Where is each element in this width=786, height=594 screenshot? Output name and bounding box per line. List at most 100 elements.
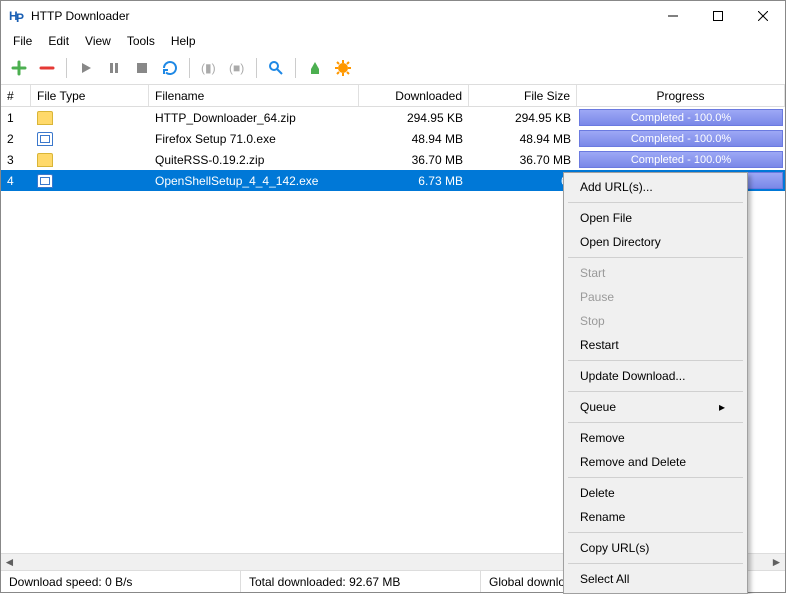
cell-filesize: 6. bbox=[469, 174, 577, 188]
scroll-right-button[interactable]: ► bbox=[768, 554, 785, 571]
cell-filesize: 294.95 KB bbox=[469, 111, 577, 125]
progress-bar: Completed - 100.0% bbox=[579, 130, 783, 147]
context-item[interactable]: Queue▸ bbox=[566, 395, 745, 419]
context-item[interactable]: Remove bbox=[566, 426, 745, 450]
context-separator bbox=[568, 202, 743, 203]
menu-view[interactable]: View bbox=[77, 32, 119, 50]
table-row[interactable]: 2Firefox Setup 71.0.exe48.94 MB48.94 MBC… bbox=[1, 128, 785, 149]
cell-filetype bbox=[31, 132, 149, 146]
menu-tools[interactable]: Tools bbox=[119, 32, 163, 50]
context-separator bbox=[568, 532, 743, 533]
status-total: Total downloaded: 92.67 MB bbox=[241, 571, 481, 592]
file-icon bbox=[37, 132, 53, 146]
menu-bar: File Edit View Tools Help bbox=[1, 31, 785, 51]
cell-num: 3 bbox=[1, 153, 31, 167]
separator bbox=[189, 58, 190, 78]
cell-filename: Firefox Setup 71.0.exe bbox=[149, 132, 359, 146]
search-button[interactable] bbox=[264, 56, 288, 80]
pause-button[interactable] bbox=[102, 56, 126, 80]
close-button[interactable] bbox=[740, 1, 785, 31]
stop-button[interactable] bbox=[130, 56, 154, 80]
context-item[interactable]: Restart bbox=[566, 333, 745, 357]
file-icon bbox=[37, 174, 53, 188]
cell-downloaded: 48.94 MB bbox=[359, 132, 469, 146]
cell-downloaded: 294.95 KB bbox=[359, 111, 469, 125]
maximize-button[interactable] bbox=[695, 1, 740, 31]
pause-inactive-button[interactable]: (▮) bbox=[197, 56, 221, 80]
context-separator bbox=[568, 477, 743, 478]
context-separator bbox=[568, 563, 743, 564]
cell-filesize: 36.70 MB bbox=[469, 153, 577, 167]
col-progress[interactable]: Progress bbox=[577, 85, 785, 106]
cell-filesize: 48.94 MB bbox=[469, 132, 577, 146]
table-row[interactable]: 1HTTP_Downloader_64.zip294.95 KB294.95 K… bbox=[1, 107, 785, 128]
add-button[interactable] bbox=[7, 56, 31, 80]
chevron-right-icon: ▸ bbox=[719, 400, 725, 414]
context-item[interactable]: Open Directory bbox=[566, 230, 745, 254]
separator bbox=[295, 58, 296, 78]
col-downloaded[interactable]: Downloaded bbox=[359, 85, 469, 106]
grid-header: # File Type Filename Downloaded File Siz… bbox=[1, 85, 785, 107]
svg-text:P: P bbox=[16, 11, 24, 24]
col-num[interactable]: # bbox=[1, 85, 31, 106]
context-item[interactable]: Add URL(s)... bbox=[566, 175, 745, 199]
menu-help[interactable]: Help bbox=[163, 32, 204, 50]
cell-filetype bbox=[31, 111, 149, 125]
settings-button[interactable] bbox=[331, 56, 355, 80]
scroll-left-button[interactable]: ◄ bbox=[1, 554, 18, 571]
progress-bar: Completed - 100.0% bbox=[579, 151, 783, 168]
col-filetype[interactable]: File Type bbox=[31, 85, 149, 106]
cell-filename: QuiteRSS-0.19.2.zip bbox=[149, 153, 359, 167]
svg-text:(▮): (▮) bbox=[201, 61, 216, 75]
toolbar: (▮) (■) bbox=[1, 51, 785, 85]
progress-bar: Completed - 100.0% bbox=[579, 109, 783, 126]
filter-button[interactable] bbox=[303, 56, 327, 80]
context-item: Stop bbox=[566, 309, 745, 333]
context-item: Start bbox=[566, 261, 745, 285]
status-speed: Download speed: 0 B/s bbox=[1, 571, 241, 592]
context-separator bbox=[568, 391, 743, 392]
context-separator bbox=[568, 360, 743, 361]
cell-progress: Completed - 100.0% bbox=[577, 151, 785, 168]
cell-filename: HTTP_Downloader_64.zip bbox=[149, 111, 359, 125]
context-item[interactable]: Select All bbox=[566, 567, 745, 591]
file-icon bbox=[37, 111, 53, 125]
context-item[interactable]: Open File bbox=[566, 206, 745, 230]
menu-edit[interactable]: Edit bbox=[40, 32, 77, 50]
context-item[interactable]: Rename bbox=[566, 505, 745, 529]
cell-filetype bbox=[31, 153, 149, 167]
stop-inactive-button[interactable]: (■) bbox=[225, 56, 249, 80]
cell-num: 2 bbox=[1, 132, 31, 146]
window-title: HTTP Downloader bbox=[31, 9, 650, 23]
cell-filetype bbox=[31, 174, 149, 188]
cell-progress: Completed - 100.0% bbox=[577, 109, 785, 126]
start-button[interactable] bbox=[74, 56, 98, 80]
context-separator bbox=[568, 257, 743, 258]
restart-button[interactable] bbox=[158, 56, 182, 80]
menu-file[interactable]: File bbox=[5, 32, 40, 50]
cell-num: 4 bbox=[1, 174, 31, 188]
context-item[interactable]: Update Download... bbox=[566, 364, 745, 388]
file-icon bbox=[37, 153, 53, 167]
context-menu: Add URL(s)... Open FileOpen Directory Star… bbox=[563, 172, 748, 594]
table-row[interactable]: 3QuiteRSS-0.19.2.zip36.70 MB36.70 MBComp… bbox=[1, 149, 785, 170]
context-item[interactable]: Delete bbox=[566, 481, 745, 505]
separator bbox=[256, 58, 257, 78]
title-bar: HP HTTP Downloader bbox=[1, 1, 785, 31]
svg-text:(■): (■) bbox=[229, 61, 244, 75]
remove-button[interactable] bbox=[35, 56, 59, 80]
col-filesize[interactable]: File Size bbox=[469, 85, 577, 106]
cell-num: 1 bbox=[1, 111, 31, 125]
cell-downloaded: 6.73 MB bbox=[359, 174, 469, 188]
col-filename[interactable]: Filename bbox=[149, 85, 359, 106]
minimize-button[interactable] bbox=[650, 1, 695, 31]
context-item[interactable]: Remove and Delete bbox=[566, 450, 745, 474]
cell-filename: OpenShellSetup_4_4_142.exe bbox=[149, 174, 359, 188]
separator bbox=[66, 58, 67, 78]
context-item[interactable]: Copy URL(s) bbox=[566, 536, 745, 560]
cell-progress: Completed - 100.0% bbox=[577, 130, 785, 147]
app-icon: HP bbox=[9, 8, 25, 24]
context-item: Pause bbox=[566, 285, 745, 309]
context-separator bbox=[568, 422, 743, 423]
cell-downloaded: 36.70 MB bbox=[359, 153, 469, 167]
